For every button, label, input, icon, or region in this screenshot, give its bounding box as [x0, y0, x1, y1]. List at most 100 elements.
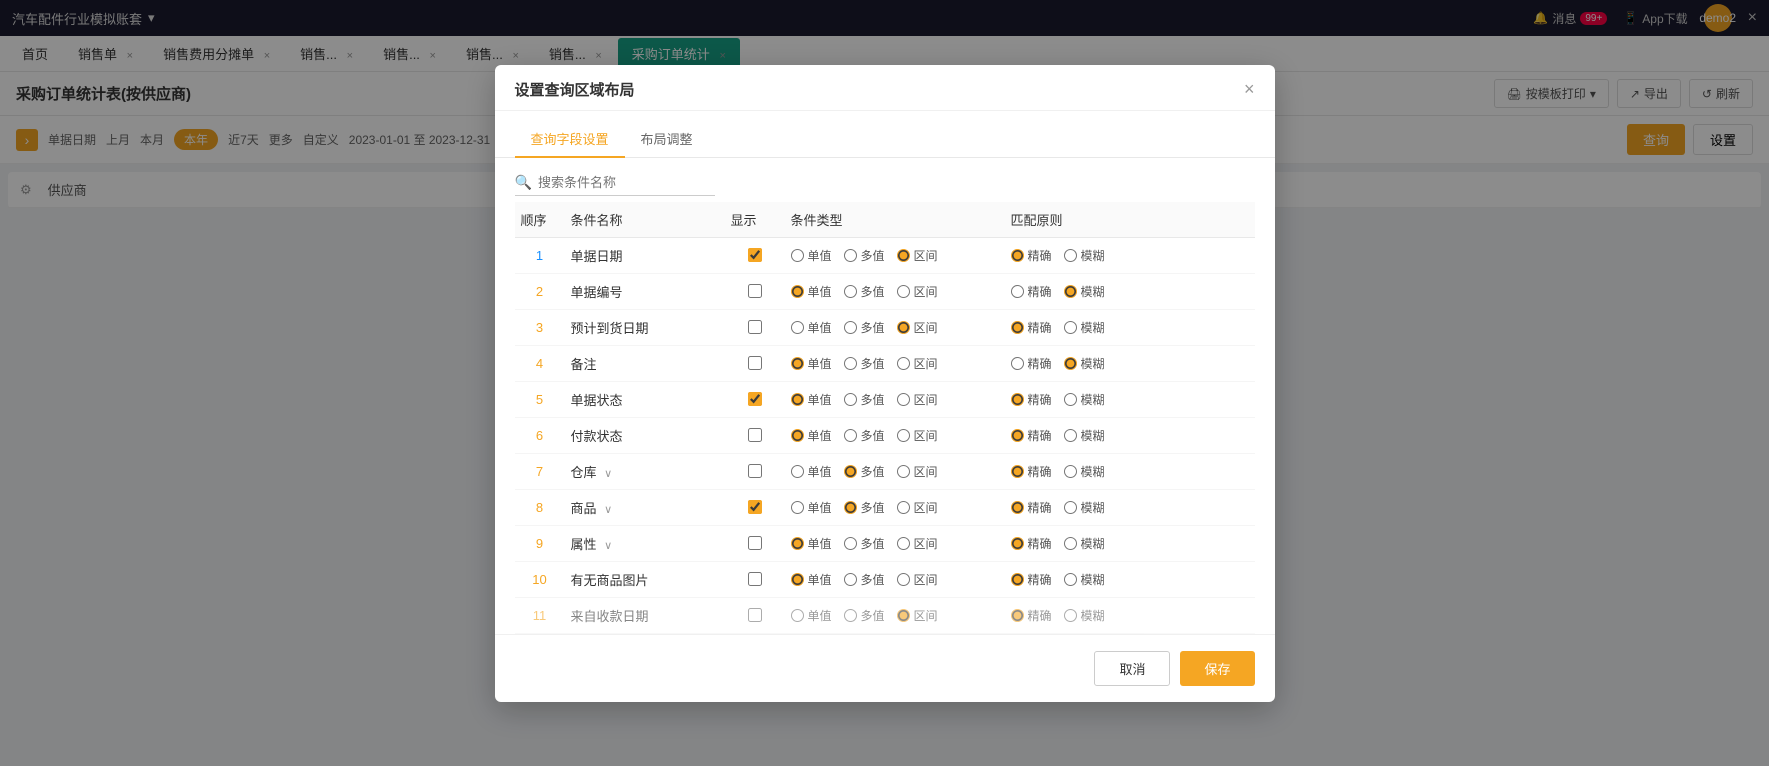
row-name-6: 付款状态 [565, 426, 725, 445]
row-name-5: 单据状态 [565, 390, 725, 409]
dialog-tab-layout[interactable]: 布局调整 [625, 121, 709, 158]
row-display-6[interactable] [725, 428, 785, 442]
table-row: 4 备注 单值 多值 区间 精确 模糊 [515, 346, 1255, 382]
checkbox-2[interactable] [748, 284, 762, 298]
row-display-7[interactable] [725, 464, 785, 478]
search-icon: 🔍 [515, 174, 532, 191]
checkbox-7[interactable] [748, 464, 762, 478]
row-type-2: 单值 多值 区间 [785, 283, 1005, 300]
table-header: 顺序 条件名称 显示 条件类型 匹配原则 [515, 202, 1255, 238]
search-input-wrap: 🔍 [515, 170, 715, 196]
save-btn[interactable]: 保存 [1180, 651, 1254, 686]
header-match: 匹配原则 [1005, 210, 1205, 229]
checkbox-3[interactable] [748, 320, 762, 334]
dialog-tabs: 查询字段设置 布局调整 [495, 111, 1275, 158]
row-match-9: 精确 模糊 [1005, 535, 1205, 552]
row-name-8: 商品 ∨ [565, 498, 725, 517]
row-order-10: 10 [515, 572, 565, 587]
row-type-1: 单值 多值 区间 [785, 247, 1005, 264]
row-type-4: 单值 多值 区间 [785, 355, 1005, 372]
table-row: 9 属性 ∨ 单值 多值 区间 精确 模糊 [515, 526, 1255, 562]
row-name-2: 单据编号 [565, 282, 725, 301]
dialog-tab-fields[interactable]: 查询字段设置 [515, 121, 625, 158]
modal-overlay: 设置查询区域布局 × 查询字段设置 布局调整 🔍 顺序 条件名称 显示 [0, 0, 1769, 766]
row-order-9: 9 [515, 536, 565, 551]
row-order-8: 8 [515, 500, 565, 515]
dialog-footer: 取消 保存 [495, 634, 1275, 702]
row-display-10[interactable] [725, 572, 785, 586]
checkbox-8[interactable] [748, 500, 762, 514]
row-match-5: 精确 模糊 [1005, 391, 1205, 408]
row-name-9: 属性 ∨ [565, 534, 725, 553]
expand-icon-9[interactable]: ∨ [604, 540, 612, 552]
row-name-4: 备注 [565, 354, 725, 373]
row-name-1: 单据日期 [565, 246, 725, 265]
row-order-6: 6 [515, 428, 565, 443]
row-display-8[interactable] [725, 500, 785, 514]
row-order-2: 2 [515, 284, 565, 299]
table-row: 2 单据编号 单值 多值 区间 精确 模糊 [515, 274, 1255, 310]
row-display-4[interactable] [725, 356, 785, 370]
row-name-3: 预计到货日期 [565, 318, 725, 337]
row-type-10: 单值 多值 区间 [785, 571, 1005, 588]
row-name-7: 仓库 ∨ [565, 462, 725, 481]
search-input[interactable] [538, 175, 715, 190]
expand-icon-8[interactable]: ∨ [604, 504, 612, 516]
row-order-1: 1 [515, 248, 565, 263]
row-type-8: 单值 多值 区间 [785, 499, 1005, 516]
table-row: 5 单据状态 单值 多值 区间 精确 模糊 [515, 382, 1255, 418]
dialog-search-area: 🔍 [495, 158, 1275, 202]
checkbox-6[interactable] [748, 428, 762, 442]
row-match-11: 精确 模糊 [1005, 607, 1205, 624]
row-order-11: 11 [515, 608, 565, 623]
header-type: 条件类型 [785, 210, 1005, 229]
checkbox-5[interactable] [748, 392, 762, 406]
row-match-3: 精确 模糊 [1005, 319, 1205, 336]
table-row: 11 来自收款日期 单值 多值 区间 精确 模糊 [515, 598, 1255, 634]
row-type-7: 单值 多值 区间 [785, 463, 1005, 480]
row-order-5: 5 [515, 392, 565, 407]
row-order-4: 4 [515, 356, 565, 371]
dialog-close-btn[interactable]: × [1244, 80, 1255, 98]
row-name-11: 来自收款日期 [565, 606, 725, 625]
row-display-11[interactable] [725, 608, 785, 622]
table-row: 8 商品 ∨ 单值 多值 区间 精确 模糊 [515, 490, 1255, 526]
row-match-4: 精确 模糊 [1005, 355, 1205, 372]
checkbox-10[interactable] [748, 572, 762, 586]
dialog: 设置查询区域布局 × 查询字段设置 布局调整 🔍 顺序 条件名称 显示 [495, 65, 1275, 702]
checkbox-4[interactable] [748, 356, 762, 370]
row-type-6: 单值 多值 区间 [785, 427, 1005, 444]
row-match-8: 精确 模糊 [1005, 499, 1205, 516]
checkbox-9[interactable] [748, 536, 762, 550]
row-match-2: 精确 模糊 [1005, 283, 1205, 300]
cancel-btn[interactable]: 取消 [1094, 651, 1170, 686]
row-order-7: 7 [515, 464, 565, 479]
conditions-table: 顺序 条件名称 显示 条件类型 匹配原则 1 单据日期 单值 多值 区间 精确 … [495, 202, 1275, 634]
row-match-1: 精确 模糊 [1005, 247, 1205, 264]
header-display: 显示 [725, 210, 785, 229]
row-display-1[interactable] [725, 248, 785, 262]
checkbox-11[interactable] [748, 608, 762, 622]
row-type-5: 单值 多值 区间 [785, 391, 1005, 408]
row-match-6: 精确 模糊 [1005, 427, 1205, 444]
checkbox-1[interactable] [748, 248, 762, 262]
row-display-2[interactable] [725, 284, 785, 298]
row-type-11: 单值 多值 区间 [785, 607, 1005, 624]
row-match-10: 精确 模糊 [1005, 571, 1205, 588]
row-order-3: 3 [515, 320, 565, 335]
row-display-3[interactable] [725, 320, 785, 334]
table-row: 3 预计到货日期 单值 多值 区间 精确 模糊 [515, 310, 1255, 346]
dialog-title: 设置查询区域布局 [515, 79, 635, 100]
header-order: 顺序 [515, 210, 565, 229]
header-name: 条件名称 [565, 210, 725, 229]
expand-icon-7[interactable]: ∨ [604, 468, 612, 480]
row-type-9: 单值 多值 区间 [785, 535, 1005, 552]
row-name-10: 有无商品图片 [565, 570, 725, 589]
dialog-header: 设置查询区域布局 × [495, 65, 1275, 111]
row-type-3: 单值 多值 区间 [785, 319, 1005, 336]
row-display-9[interactable] [725, 536, 785, 550]
row-display-5[interactable] [725, 392, 785, 406]
table-row: 6 付款状态 单值 多值 区间 精确 模糊 [515, 418, 1255, 454]
table-row: 10 有无商品图片 单值 多值 区间 精确 模糊 [515, 562, 1255, 598]
table-row: 7 仓库 ∨ 单值 多值 区间 精确 模糊 [515, 454, 1255, 490]
